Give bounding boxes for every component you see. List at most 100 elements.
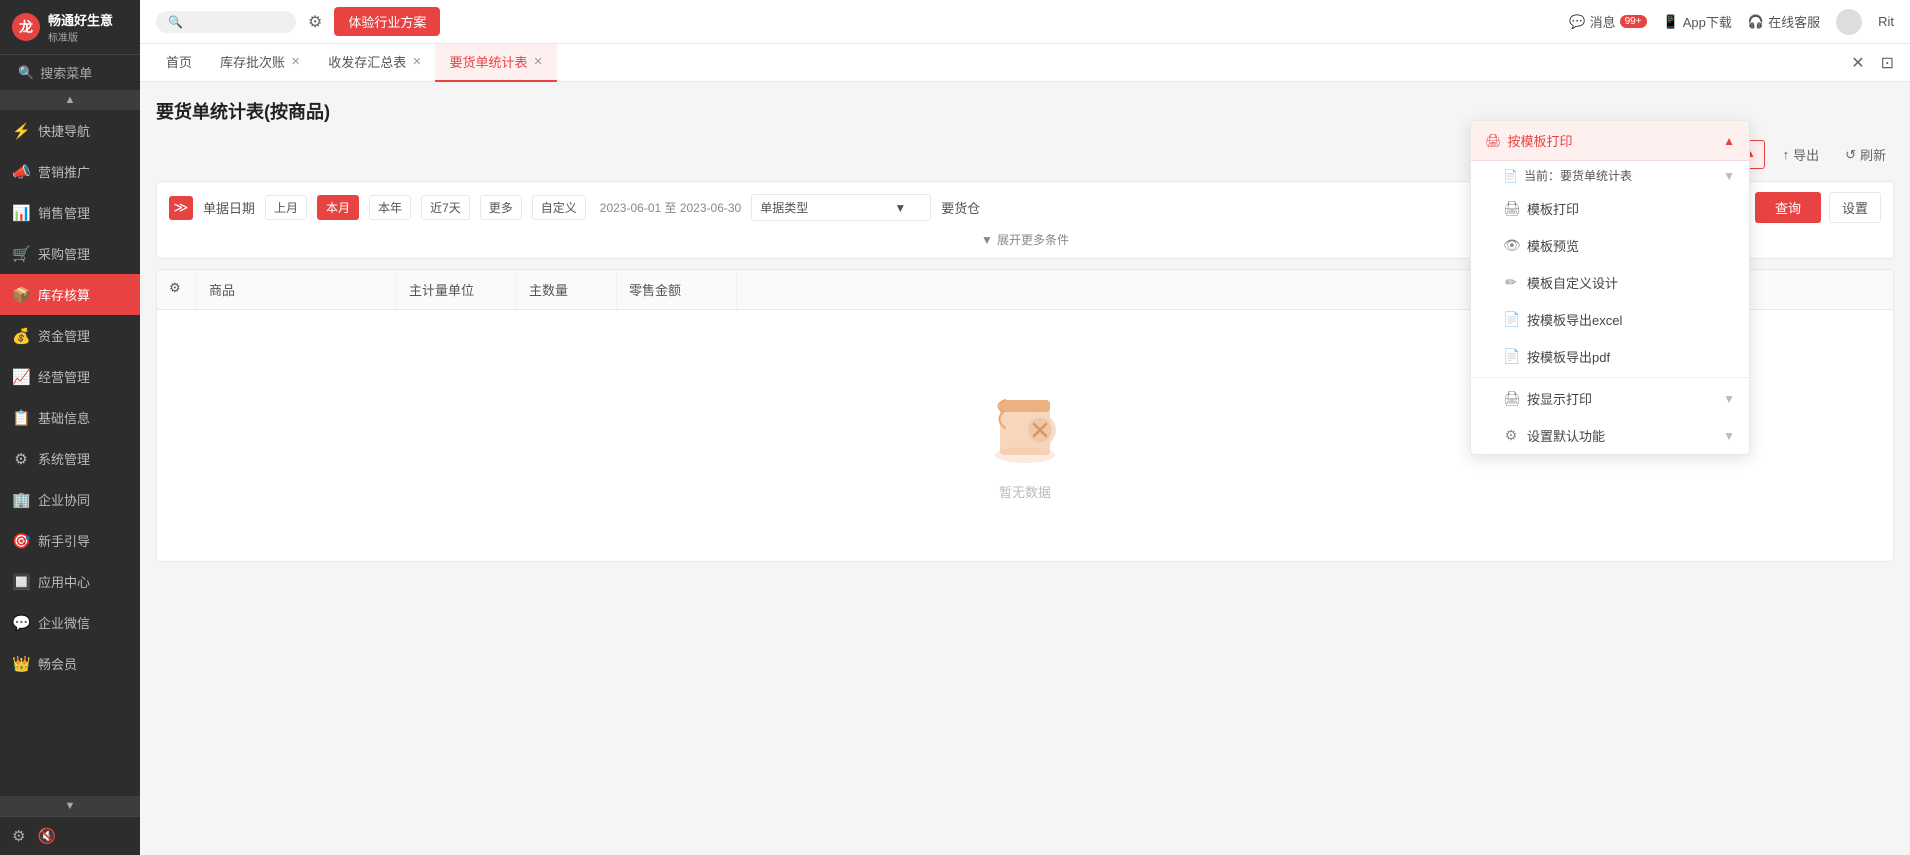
wechat-icon: 💬 xyxy=(12,614,30,632)
order-type-select[interactable]: 单据类型 ▼ xyxy=(751,194,931,221)
marketing-icon: 📣 xyxy=(12,163,30,181)
messages-item[interactable]: 💬 消息 99+ xyxy=(1569,12,1646,31)
tab-inventory-batch-close[interactable]: ✕ xyxy=(291,55,300,68)
refresh-label: 刷新 xyxy=(1860,145,1886,164)
messages-label: 消息 xyxy=(1590,12,1616,31)
sidebar: 龙 畅通好生意 标准版 🔍 搜索菜单 ▲ ⚡ 快捷导航 📣 营销推广 📊 销售管… xyxy=(0,0,140,855)
select-arrow-icon: ▼ xyxy=(894,201,906,215)
dropdown-header[interactable]: 🖨 按模板打印 ▲ xyxy=(1471,121,1749,161)
tabs-maximize-button[interactable]: ⊡ xyxy=(1877,49,1898,77)
avatar[interactable] xyxy=(1836,9,1862,35)
member-icon: 👑 xyxy=(12,655,30,673)
goods-warehouse-label: 要货仓 xyxy=(941,198,980,217)
sidebar-search[interactable]: 🔍 搜索菜单 xyxy=(0,55,140,90)
dropdown-item-template-excel[interactable]: 📄 按模板导出excel xyxy=(1471,301,1749,338)
template-excel-icon: 📄 xyxy=(1503,311,1519,328)
sidebar-item-inventory[interactable]: 📦 库存核算 xyxy=(0,274,140,315)
shortcut-icon: ⚡ xyxy=(12,122,30,140)
topbar-gear-icon[interactable]: ⚙ xyxy=(308,12,322,32)
online-service-label: 在线客服 xyxy=(1768,12,1820,31)
inventory-icon: 📦 xyxy=(12,286,30,304)
online-service-item[interactable]: 🎧 在线客服 xyxy=(1748,12,1820,31)
settings-footer-icon[interactable]: ⚙ xyxy=(12,827,25,845)
tab-receipt-summary[interactable]: 收发存汇总表 ✕ xyxy=(314,44,435,82)
tab-home-label: 首页 xyxy=(166,52,192,71)
dropdown-item-template-print[interactable]: 🖨 模板打印 xyxy=(1471,190,1749,227)
app-name: 畅通好生意 xyxy=(48,10,113,29)
query-button[interactable]: 查询 xyxy=(1755,192,1821,223)
sidebar-item-shortcut[interactable]: ⚡ 快捷导航 xyxy=(0,110,140,151)
tab-inventory-batch-label: 库存批次账 xyxy=(220,52,285,71)
sidebar-item-finance[interactable]: 💰 资金管理 xyxy=(0,315,140,356)
refresh-button[interactable]: ↺ 刷新 xyxy=(1837,141,1894,168)
top-bar: 🔍 ⚙ 体验行业方案 💬 消息 99+ 📱 App下载 🎧 在线客服 Rit xyxy=(140,0,1910,44)
dropdown-menu: 🖨 按模板打印 ▲ 📄 当前：要货单统计表 ▼ 🖨 模板打印 👁 模板预览 xyxy=(1470,120,1750,455)
system-icon: ⚙ xyxy=(12,450,30,468)
sidebar-scroll-up[interactable]: ▲ xyxy=(0,90,140,110)
template-preview-icon: 👁 xyxy=(1503,237,1519,254)
tab-home[interactable]: 首页 xyxy=(152,44,206,82)
date-prev-month-button[interactable]: 上月 xyxy=(265,195,307,220)
sidebar-label: 营销推广 xyxy=(38,162,90,181)
sidebar-label: 快捷导航 xyxy=(38,121,90,140)
template-print-icon: 🖨 xyxy=(1503,200,1519,217)
empty-text: 暂无数据 xyxy=(999,482,1051,501)
tab-receipt-summary-label: 收发存汇总表 xyxy=(328,52,406,71)
sidebar-label: 畅会员 xyxy=(38,654,77,673)
sidebar-item-purchase[interactable]: 🛒 采购管理 xyxy=(0,233,140,274)
date-curr-month-button[interactable]: 本月 xyxy=(317,195,359,220)
dropdown-current-item[interactable]: 📄 当前：要货单统计表 ▼ xyxy=(1471,161,1749,190)
date-more-button[interactable]: 更多 xyxy=(480,195,522,220)
newbie-icon: 🎯 xyxy=(12,532,30,550)
topbar-search-icon: 🔍 xyxy=(168,15,183,29)
expand-more-conditions[interactable]: ▼ 展开更多条件 xyxy=(981,231,1069,248)
dropdown-item-default-func[interactable]: ⚙ 设置默认功能 ▼ xyxy=(1471,417,1749,454)
sidebar-item-newbie[interactable]: 🎯 新手引导 xyxy=(0,520,140,561)
app-version: 标准版 xyxy=(48,29,113,44)
order-type-label: 单据类型 xyxy=(760,199,808,216)
col-settings[interactable]: ⚙ xyxy=(157,270,197,309)
sidebar-item-system[interactable]: ⚙ 系统管理 xyxy=(0,438,140,479)
tab-order-stats-close[interactable]: ✕ xyxy=(534,55,543,68)
apps-icon: 🔲 xyxy=(12,573,30,591)
sidebar-item-enterprise[interactable]: 🏢 企业协同 xyxy=(0,479,140,520)
sidebar-label: 库存核算 xyxy=(38,285,90,304)
app-download-item[interactable]: 📱 App下载 xyxy=(1663,12,1732,31)
export-button[interactable]: ↑ 导出 xyxy=(1775,141,1828,168)
message-icon: 💬 xyxy=(1569,14,1585,30)
sidebar-item-apps[interactable]: 🔲 应用中心 xyxy=(0,561,140,602)
dropdown-item-template-pdf[interactable]: 📄 按模板导出pdf xyxy=(1471,338,1749,375)
display-print-icon: 🖨 xyxy=(1503,390,1519,407)
tabs-close-all-button[interactable]: ✕ xyxy=(1847,49,1868,77)
current-arrow-icon: ▼ xyxy=(1723,169,1735,183)
sidebar-item-wechat[interactable]: 💬 企业微信 xyxy=(0,602,140,643)
sidebar-item-operation[interactable]: 📈 经营管理 xyxy=(0,356,140,397)
dropdown-item-display-print[interactable]: 🖨 按显示打印 ▼ xyxy=(1471,380,1749,417)
sidebar-item-basic[interactable]: 📋 基础信息 xyxy=(0,397,140,438)
logo-text: 畅通好生意 标准版 xyxy=(48,10,113,44)
sidebar-item-member[interactable]: 👑 畅会员 xyxy=(0,643,140,684)
dropdown-close-arrow[interactable]: ▲ xyxy=(1723,134,1735,148)
expand-filter-button[interactable]: ≫ xyxy=(169,196,193,220)
sound-footer-icon[interactable]: 🔇 xyxy=(37,827,56,845)
tab-receipt-summary-close[interactable]: ✕ xyxy=(412,55,421,68)
trial-industry-button[interactable]: 体验行业方案 xyxy=(334,7,440,36)
dropdown-item-template-preview[interactable]: 👁 模板预览 xyxy=(1471,227,1749,264)
sidebar-scroll-down[interactable]: ▼ xyxy=(0,796,140,816)
date-custom-button[interactable]: 自定义 xyxy=(532,195,586,220)
topbar-search[interactable]: 🔍 xyxy=(156,11,296,33)
print-header-icon: 🖨 xyxy=(1485,133,1502,149)
tabs-bar: 首页 库存批次账 ✕ 收发存汇总表 ✕ 要货单统计表 ✕ ✕ ⊡ xyxy=(140,44,1910,82)
dropdown-item-template-design[interactable]: ✏ 模板自定义设计 xyxy=(1471,264,1749,301)
export-label: 导出 xyxy=(1793,145,1819,164)
date-7days-button[interactable]: 近7天 xyxy=(421,195,470,220)
settings-button[interactable]: 设置 xyxy=(1829,192,1881,223)
sidebar-label: 经营管理 xyxy=(38,367,90,386)
date-year-button[interactable]: 本年 xyxy=(369,195,411,220)
sidebar-item-marketing[interactable]: 📣 营销推广 xyxy=(0,151,140,192)
tab-inventory-batch[interactable]: 库存批次账 ✕ xyxy=(206,44,314,82)
content-area: 要货单统计表(按商品) 🖨 按模板打印 ▲ ↑ 导出 ↺ 刷新 ≫ 单据日期 xyxy=(140,82,1910,855)
tab-order-stats[interactable]: 要货单统计表 ✕ xyxy=(435,44,556,82)
sidebar-item-sales[interactable]: 📊 销售管理 xyxy=(0,192,140,233)
col-unit: 主计量单位 xyxy=(397,270,517,309)
